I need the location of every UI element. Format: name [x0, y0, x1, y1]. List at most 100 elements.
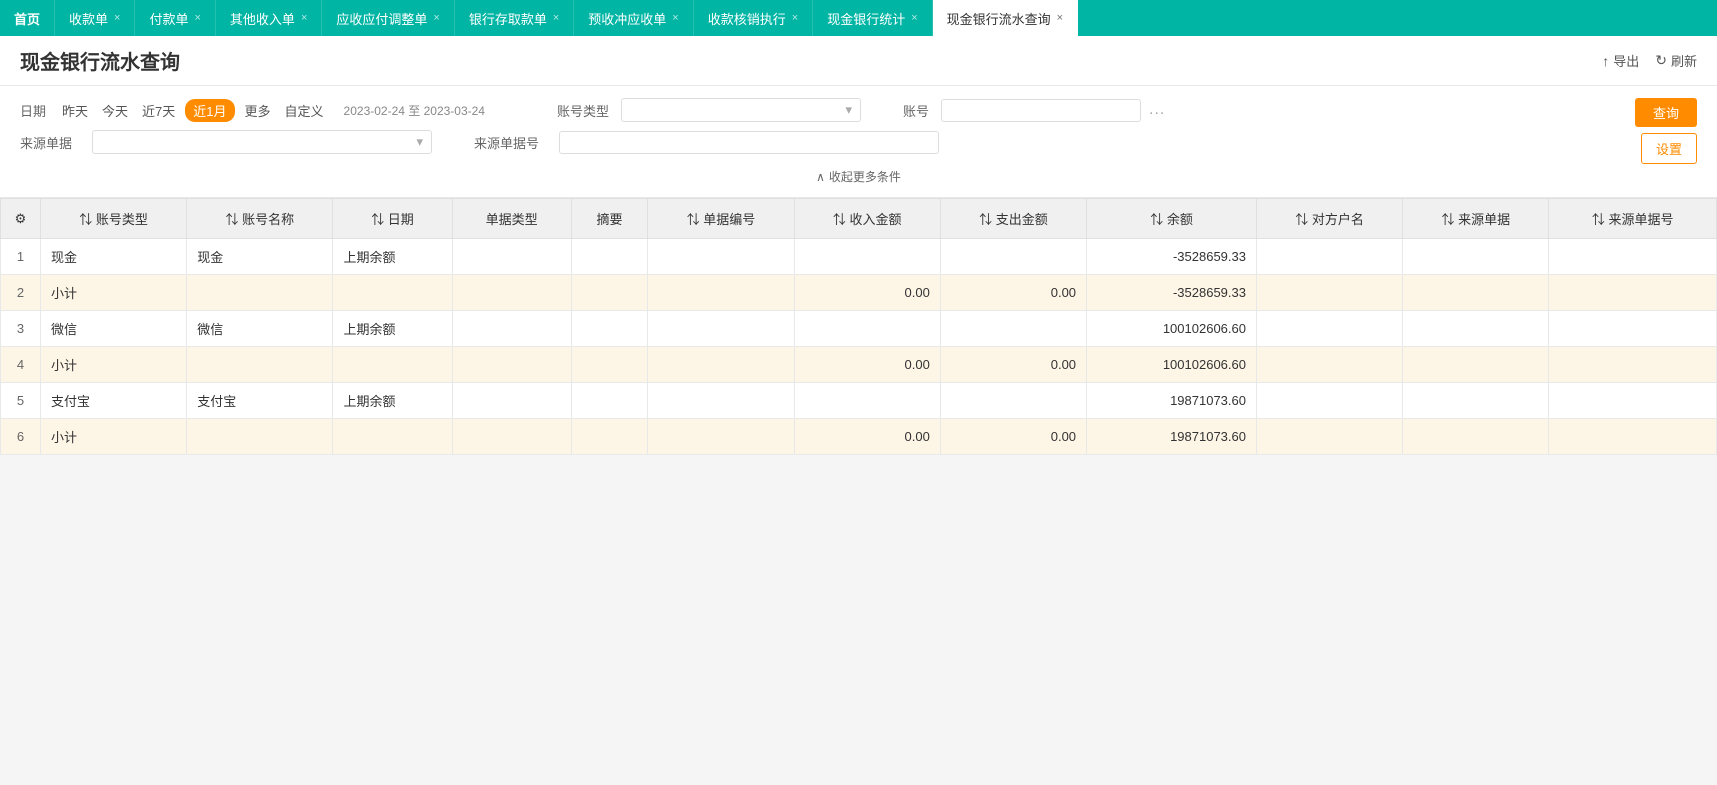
col-account-type-label: ⇅ 账号类型 — [79, 212, 148, 227]
collapse-bar[interactable]: ∧ 收起更多条件 — [20, 164, 1697, 189]
col-source-doc-label: ⇅ 来源单据 — [1442, 212, 1511, 227]
export-icon: ↑ — [1602, 53, 1609, 69]
table-header-row: ⚙ ⇅ 账号类型 ⇅ 账号名称 ⇅ 日期 单据类型 摘要 ⇅ 单 — [1, 199, 1717, 239]
filter-row-date: 日期 昨天 今天 近7天 近1月 更多 自定义 2023-02-24 至 202… — [20, 98, 1615, 122]
export-label: 导出 — [1613, 51, 1639, 70]
nav-tab-payments[interactable]: 付款单 × — [135, 0, 215, 36]
source-doc-select[interactable]: ▾ — [92, 130, 432, 154]
date-opt-yesterday[interactable]: 昨天 — [58, 99, 92, 122]
col-income[interactable]: ⇅ 收入金额 — [794, 199, 940, 239]
date-label: 日期 — [20, 101, 46, 120]
col-expense[interactable]: ⇅ 支出金额 — [940, 199, 1086, 239]
date-opt-7days[interactable]: 近7天 — [138, 99, 179, 122]
nav-tab-other-income-close[interactable]: × — [301, 12, 307, 24]
table-row: 6小计0.000.0019871073.60 — [1, 419, 1717, 455]
nav-tab-collection-label: 收款核销执行 — [708, 9, 786, 28]
page-title: 现金银行流水查询 — [20, 46, 180, 75]
date-opt-more[interactable]: 更多 — [241, 99, 275, 122]
source-doc-label: 来源单据 — [20, 133, 72, 152]
date-range: 2023-02-24 至 2023-03-24 — [344, 102, 485, 119]
date-opt-custom[interactable]: 自定义 — [281, 99, 328, 122]
header-actions: ↑ 导出 ↻ 刷新 — [1602, 51, 1697, 70]
nav-tab-payments-label: 付款单 — [149, 9, 188, 28]
col-source-doc-no[interactable]: ⇅ 来源单据号 — [1549, 199, 1717, 239]
nav-tab-bank-deposit-close[interactable]: × — [553, 12, 559, 24]
refresh-icon: ↻ — [1655, 52, 1667, 69]
nav-tab-bank-deposit[interactable]: 银行存取款单 × — [455, 0, 574, 36]
nav-tab-home-label: 首页 — [14, 9, 40, 28]
query-button[interactable]: 查询 — [1635, 98, 1697, 127]
table-container: ⚙ ⇅ 账号类型 ⇅ 账号名称 ⇅ 日期 单据类型 摘要 ⇅ 单 — [0, 198, 1717, 455]
account-type-select[interactable]: ▾ — [621, 98, 861, 122]
nav-tab-cash-stats-label: 现金银行统计 — [827, 9, 905, 28]
nav-tab-home[interactable]: 首页 — [0, 0, 55, 36]
nav-tab-collection[interactable]: 收款核销执行 × — [694, 0, 813, 36]
account-type-label: 账号类型 — [557, 101, 609, 120]
date-options: 昨天 今天 近7天 近1月 更多 自定义 — [58, 99, 328, 122]
export-button[interactable]: ↑ 导出 — [1602, 51, 1639, 70]
col-date-label: ⇅ 日期 — [371, 212, 414, 227]
nav-tab-cash-flow-label: 现金银行流水查询 — [947, 9, 1051, 28]
col-account-name-label: ⇅ 账号名称 — [226, 212, 295, 227]
account-label: 账号 — [903, 101, 929, 120]
nav-tab-collection-close[interactable]: × — [792, 12, 798, 24]
nav-tab-adjustment-label: 应收应付调整单 — [336, 9, 427, 28]
col-account-type[interactable]: ⇅ 账号类型 — [41, 199, 187, 239]
col-balance[interactable]: ⇅ 余额 — [1087, 199, 1257, 239]
col-summary: 摘要 — [571, 199, 648, 239]
account-row: ... — [941, 99, 1165, 122]
source-doc-chevron-icon: ▾ — [416, 134, 423, 150]
nav-tab-advance-close[interactable]: × — [672, 12, 678, 24]
col-doc-no[interactable]: ⇅ 单据编号 — [648, 199, 794, 239]
col-counterpart[interactable]: ⇅ 对方户名 — [1256, 199, 1402, 239]
col-date[interactable]: ⇅ 日期 — [333, 199, 452, 239]
table-row: 3微信微信上期余额100102606.60 — [1, 311, 1717, 347]
settings-icon: ⚙ — [15, 211, 27, 226]
nav-tab-adjustment-close[interactable]: × — [433, 12, 439, 24]
col-settings[interactable]: ⚙ — [1, 199, 41, 239]
nav-tab-cash-flow[interactable]: 现金银行流水查询 × — [933, 0, 1078, 36]
col-expense-label: ⇅ 支出金额 — [979, 212, 1048, 227]
collapse-icon: ∧ — [816, 170, 825, 184]
filter-row-source: 来源单据 ▾ 来源单据号 — [20, 130, 1615, 154]
page-header: 现金银行流水查询 ↑ 导出 ↻ 刷新 — [0, 36, 1717, 86]
account-type-chevron-icon: ▾ — [845, 102, 852, 118]
col-source-doc[interactable]: ⇅ 来源单据 — [1403, 199, 1549, 239]
col-source-doc-no-label: ⇅ 来源单据号 — [1592, 212, 1674, 227]
nav-tab-other-income[interactable]: 其他收入单 × — [216, 0, 322, 36]
table-row: 2小计0.000.00-3528659.33 — [1, 275, 1717, 311]
nav-tab-other-income-label: 其他收入单 — [230, 9, 295, 28]
main-table: ⚙ ⇅ 账号类型 ⇅ 账号名称 ⇅ 日期 单据类型 摘要 ⇅ 单 — [0, 198, 1717, 455]
nav-tab-cash-stats[interactable]: 现金银行统计 × — [813, 0, 932, 36]
col-counterpart-label: ⇅ 对方户名 — [1295, 212, 1364, 227]
nav-tab-bank-deposit-label: 银行存取款单 — [469, 9, 547, 28]
account-dots[interactable]: ... — [1149, 101, 1165, 119]
col-income-label: ⇅ 收入金额 — [833, 212, 902, 227]
col-summary-label: 摘要 — [597, 212, 623, 227]
date-opt-today[interactable]: 今天 — [98, 99, 132, 122]
nav-tab-payments-close[interactable]: × — [194, 12, 200, 24]
table-row: 1现金现金上期余额-3528659.33 — [1, 239, 1717, 275]
nav-tab-cash-flow-close[interactable]: × — [1057, 12, 1063, 24]
nav-tab-receipts-close[interactable]: × — [114, 12, 120, 24]
nav-tab-receipts-label: 收款单 — [69, 9, 108, 28]
date-opt-1month[interactable]: 近1月 — [185, 99, 234, 122]
source-doc-no-input[interactable] — [559, 131, 939, 154]
nav-tab-advance[interactable]: 预收冲应收单 × — [574, 0, 693, 36]
refresh-button[interactable]: ↻ 刷新 — [1655, 51, 1697, 70]
table-row: 5支付宝支付宝上期余额19871073.60 — [1, 383, 1717, 419]
col-balance-label: ⇅ 余额 — [1150, 212, 1193, 227]
nav-tab-cash-stats-close[interactable]: × — [911, 12, 917, 24]
nav-tab-adjustment[interactable]: 应收应付调整单 × — [322, 0, 454, 36]
source-doc-no-label: 来源单据号 — [474, 133, 539, 152]
refresh-label: 刷新 — [1671, 51, 1697, 70]
col-account-name[interactable]: ⇅ 账号名称 — [187, 199, 333, 239]
nav-tab-receipts[interactable]: 收款单 × — [55, 0, 135, 36]
nav-tab-advance-label: 预收冲应收单 — [588, 9, 666, 28]
top-navigation: 首页 收款单 × 付款单 × 其他收入单 × 应收应付调整单 × 银行存取款单 … — [0, 0, 1717, 36]
settings-button[interactable]: 设置 — [1641, 133, 1697, 164]
table-row: 4小计0.000.00100102606.60 — [1, 347, 1717, 383]
filter-main: 日期 昨天 今天 近7天 近1月 更多 自定义 2023-02-24 至 202… — [20, 98, 1615, 162]
collapse-label: 收起更多条件 — [829, 168, 901, 185]
account-input[interactable] — [941, 99, 1141, 122]
